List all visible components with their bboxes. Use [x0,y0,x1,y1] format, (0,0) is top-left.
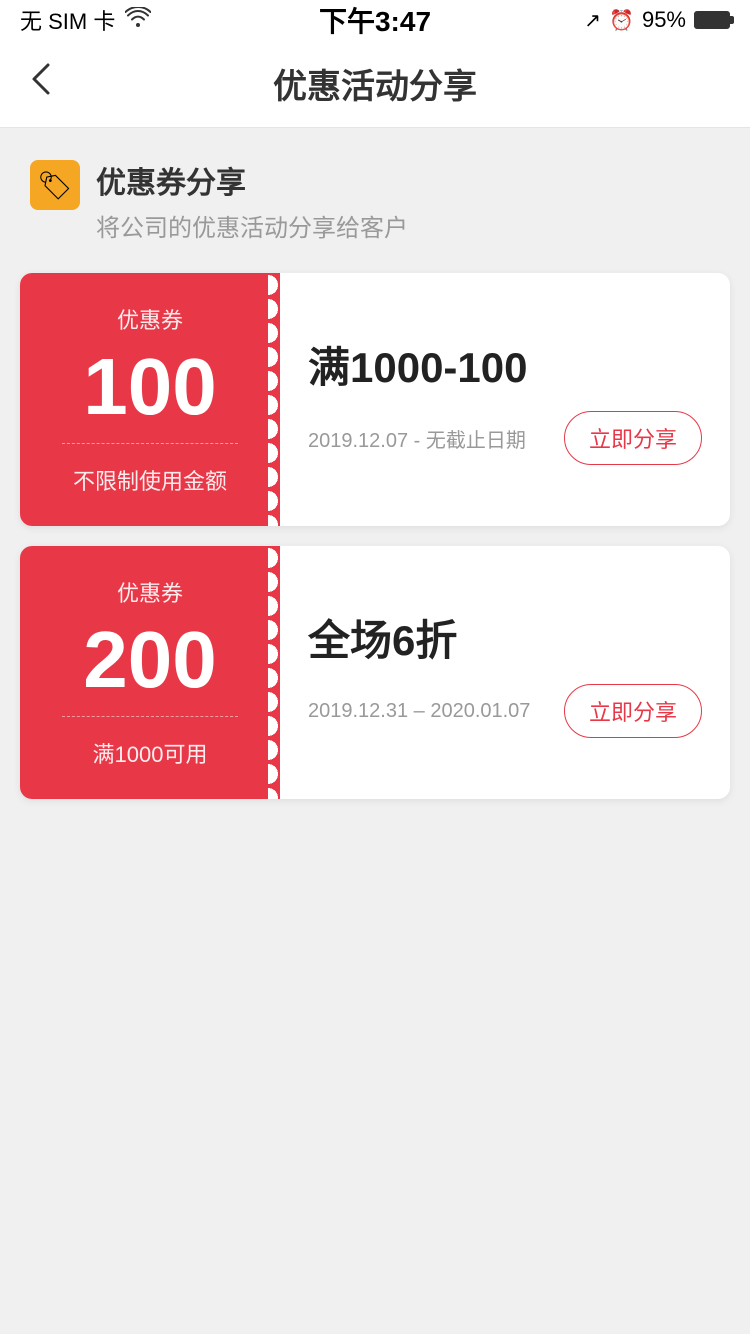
location-icon: ↗ [584,8,601,33]
status-right: ↗ ⏰ 95% [584,7,730,33]
section-subtitle: 将公司的优惠活动分享给客户 [96,208,408,243]
coupon-right-2: 全场6折 2019.12.31 – 2020.01.07 立即分享 [280,546,730,799]
coupon-condition-1: 不限制使用金额 [73,464,227,496]
coupon-right-1: 满1000-100 2019.12.07 - 无截止日期 立即分享 [280,273,730,526]
status-left: 无 SIM 卡 [20,4,151,36]
coupon-date-2: 2019.12.31 – 2020.01.07 [308,700,552,723]
coupon-amount-1: 100 [83,347,216,427]
empty-area [0,819,750,1319]
coupon-left-2: 优惠券 200 满1000可用 [20,546,280,799]
coupon-type-1: 优惠券 [117,303,183,335]
battery-percent: 95% [642,7,686,33]
coupon-left-1: 优惠券 100 不限制使用金额 [20,273,280,526]
coupon-bottom-2: 2019.12.31 – 2020.01.07 立即分享 [308,684,702,738]
page-title: 优惠活动分享 [273,59,477,108]
alarm-icon: ⏰ [609,8,634,33]
carrier-text: 无 SIM 卡 [20,4,115,36]
coupon-icon: 🏷 [37,169,73,202]
section-text: 优惠券分享 将公司的优惠活动分享给客户 [96,158,408,243]
coupon-name-1: 满1000-100 [308,334,702,395]
coupon-list: 优惠券 100 不限制使用金额 满1000-100 2019.12.07 - 无… [0,263,750,819]
share-button-2[interactable]: 立即分享 [564,684,702,738]
coupon-card-2: 优惠券 200 满1000可用 全场6折 2019.12.31 – 2020.0… [20,546,730,799]
coupon-condition-2: 满1000可用 [93,737,208,769]
coupon-bottom-1: 2019.12.07 - 无截止日期 立即分享 [308,411,702,465]
status-time: 下午3:47 [319,0,431,40]
section-icon: 🏷 [30,160,80,210]
wifi-icon [125,7,151,33]
share-button-1[interactable]: 立即分享 [564,411,702,465]
back-button[interactable] [30,61,52,106]
coupon-card-1: 优惠券 100 不限制使用金额 满1000-100 2019.12.07 - 无… [20,273,730,526]
status-bar: 无 SIM 卡 下午3:47 ↗ ⏰ 95% [0,0,750,40]
coupon-name-2: 全场6折 [308,607,702,668]
coupon-divider-1 [62,443,238,444]
coupon-date-1: 2019.12.07 - 无截止日期 [308,424,552,453]
coupon-amount-2: 200 [83,620,216,700]
coupon-type-2: 优惠券 [117,576,183,608]
section-title: 优惠券分享 [96,158,408,202]
section-header: 🏷 优惠券分享 将公司的优惠活动分享给客户 [0,128,750,263]
battery-icon [694,11,730,29]
nav-bar: 优惠活动分享 [0,40,750,128]
coupon-divider-2 [62,716,238,717]
